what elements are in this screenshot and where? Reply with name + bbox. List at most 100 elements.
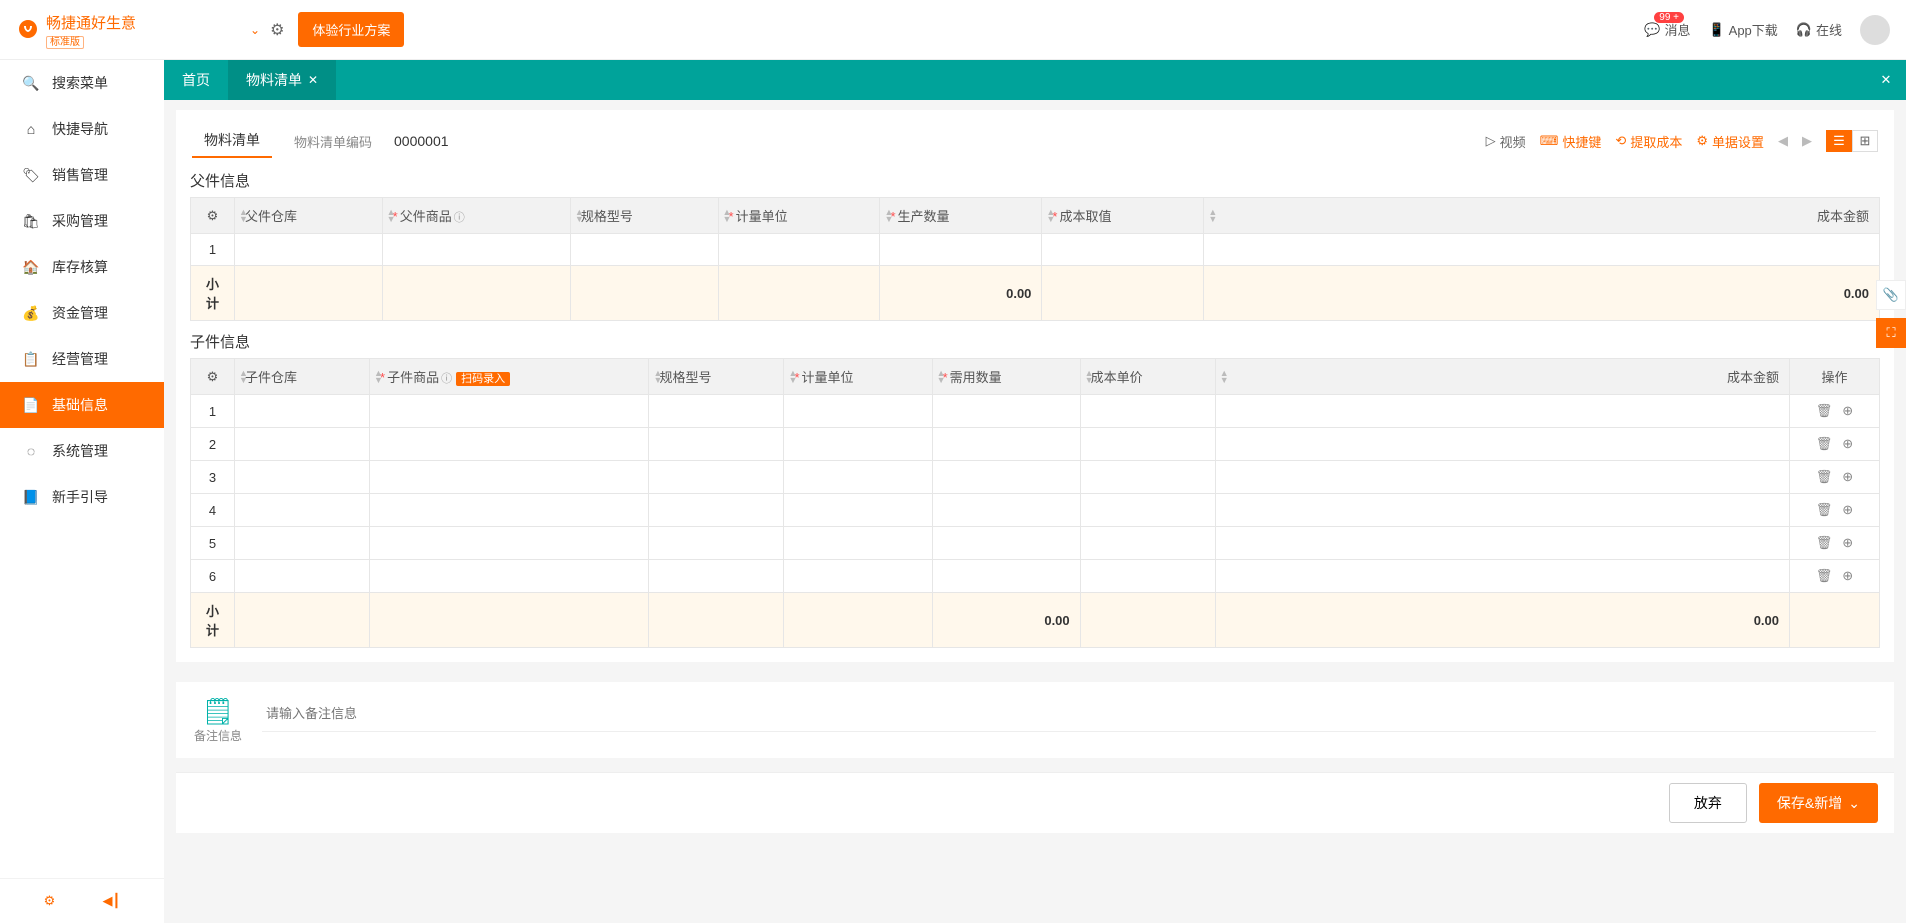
sidebar-item-basicinfo[interactable]: 📄基础信息	[0, 382, 164, 428]
child-section-title: 子件信息	[190, 331, 1880, 352]
delete-row-icon[interactable]: 🗑	[1816, 469, 1833, 485]
child-row[interactable]: 1🗑⊕	[191, 395, 1880, 428]
delete-row-icon[interactable]: 🗑	[1816, 535, 1833, 551]
sidebar-item-purchase[interactable]: 🛍采购管理	[0, 198, 164, 244]
col-parent-product[interactable]: ▲▼*父件商品ⓘ	[382, 198, 570, 234]
add-row-icon[interactable]: ⊕	[1842, 469, 1853, 485]
col-child-qty[interactable]: ▲▼*需用数量	[932, 359, 1080, 395]
tag-icon: 🏷	[22, 166, 40, 184]
tabbar: 首页 物料清单✕ ✕	[164, 60, 1906, 100]
bag-icon: 🛍	[22, 212, 40, 230]
account-switcher[interactable]: ⌄ ⚙	[184, 20, 284, 40]
delete-row-icon[interactable]: 🗑	[1816, 568, 1833, 584]
column-settings-button[interactable]: ⚙	[191, 359, 235, 395]
book-icon: 📘	[22, 488, 40, 506]
col-parent-costamount[interactable]: ▲▼成本金额	[1204, 198, 1880, 234]
doc-settings-button[interactable]: ⚙单据设置	[1696, 132, 1764, 151]
promo-button[interactable]: 体验行业方案	[298, 12, 404, 47]
col-parent-warehouse[interactable]: ▲▼父件仓库	[235, 198, 383, 234]
extract-cost-button[interactable]: ⟲提取成本	[1615, 132, 1682, 151]
col-parent-spec[interactable]: ▲▼规格型号	[570, 198, 718, 234]
close-all-tabs-button[interactable]: ✕	[1866, 60, 1906, 100]
child-row[interactable]: 5🗑⊕	[191, 527, 1880, 560]
video-help-button[interactable]: ▷视频	[1486, 132, 1526, 151]
side-handles: 📎 ⛶	[1876, 280, 1906, 348]
child-table: ⚙ ▲▼子件仓库 ▲▼*子件商品ⓘ扫码录入 ▲▼规格型号 ▲▼*计量单位 ▲▼*…	[190, 358, 1880, 648]
sidebar-item-system[interactable]: ◌系统管理	[0, 428, 164, 474]
app-download-button[interactable]: 📱 App下载	[1708, 20, 1777, 39]
sidebar-item-guide[interactable]: 📘新手引导	[0, 474, 164, 520]
add-row-icon[interactable]: ⊕	[1842, 502, 1853, 518]
col-child-unitcost[interactable]: ▲▼成本单价	[1080, 359, 1215, 395]
bom-code-label: 物料清单编码	[294, 132, 372, 151]
col-child-product[interactable]: ▲▼*子件商品ⓘ扫码录入	[370, 359, 649, 395]
parent-section-title: 父件信息	[190, 170, 1880, 191]
sidebar-item-quicknav[interactable]: ⌂快捷导航	[0, 106, 164, 152]
add-row-icon[interactable]: ⊕	[1842, 568, 1853, 584]
bom-code-value: 0000001	[394, 133, 449, 149]
user-avatar[interactable]	[1860, 15, 1890, 45]
col-parent-qty[interactable]: ▲▼*生产数量	[880, 198, 1042, 234]
col-child-spec[interactable]: ▲▼规格型号	[649, 359, 784, 395]
page-header: 物料清单 物料清单编码 0000001 ▷视频 ⌨快捷键 ⟲提取成本 ⚙单据设置…	[190, 116, 1880, 168]
col-parent-costbasis[interactable]: ▲▼*成本取值	[1042, 198, 1204, 234]
chevron-down-icon: ⌄	[1848, 795, 1860, 812]
remark-section: 🗒 备注信息	[176, 682, 1894, 758]
messages-button[interactable]: 💬 消息 99 +	[1644, 20, 1690, 39]
tab-home[interactable]: 首页	[164, 60, 228, 100]
parent-row[interactable]: 1	[191, 234, 1880, 266]
column-settings-button[interactable]: ⚙	[191, 198, 235, 234]
note-icon: 🗒	[194, 696, 242, 727]
settings-gear-icon[interactable]: ⚙	[44, 893, 56, 909]
next-page-button[interactable]: ▶	[1802, 133, 1812, 149]
sidebar-item-inventory[interactable]: 🏠库存核算	[0, 244, 164, 290]
sidebar-item-sales[interactable]: 🏷销售管理	[0, 152, 164, 198]
child-row[interactable]: 4🗑⊕	[191, 494, 1880, 527]
col-parent-uom[interactable]: ▲▼*计量单位	[718, 198, 880, 234]
warehouse-icon: 🏠	[22, 258, 40, 276]
delete-row-icon[interactable]: 🗑	[1816, 403, 1833, 419]
collapse-sidebar-icon[interactable]: ◀┃	[103, 893, 121, 909]
sidebar-item-funds[interactable]: 💰资金管理	[0, 290, 164, 336]
subtab-bom[interactable]: 物料清单	[192, 124, 272, 158]
col-child-costamount[interactable]: ▲▼成本金额	[1215, 359, 1789, 395]
child-row[interactable]: 6🗑⊕	[191, 560, 1880, 593]
account-name	[184, 20, 240, 40]
add-row-icon[interactable]: ⊕	[1842, 535, 1853, 551]
help-icon[interactable]: ⓘ	[454, 212, 465, 224]
child-row[interactable]: 3🗑⊕	[191, 461, 1880, 494]
expand-handle[interactable]: ⛶	[1876, 318, 1906, 348]
scan-input-chip[interactable]: 扫码录入	[456, 372, 510, 386]
logo-area: 畅捷通好生意 标准版	[16, 12, 164, 48]
child-subtotal-row: 小计 0.00 0.00	[191, 593, 1880, 648]
remark-input[interactable]	[262, 696, 1876, 732]
add-row-icon[interactable]: ⊕	[1842, 436, 1853, 452]
col-child-warehouse[interactable]: ▲▼子件仓库	[235, 359, 370, 395]
delete-row-icon[interactable]: 🗑	[1816, 502, 1833, 518]
gear-icon[interactable]: ⚙	[270, 20, 284, 40]
sidebar-footer: ⚙ ◀┃	[0, 878, 164, 923]
col-child-uom[interactable]: ▲▼*计量单位	[784, 359, 932, 395]
discard-button[interactable]: 放弃	[1669, 783, 1747, 823]
message-count-badge: 99 +	[1654, 12, 1684, 23]
add-row-icon[interactable]: ⊕	[1842, 403, 1853, 419]
save-and-new-button[interactable]: 保存&新增⌄	[1759, 783, 1878, 823]
online-support-button[interactable]: 🎧 在线	[1796, 20, 1842, 39]
settings-icon: ◌	[22, 442, 40, 460]
child-row[interactable]: 2🗑⊕	[191, 428, 1880, 461]
brand-name: 畅捷通好生意	[46, 12, 136, 33]
close-icon[interactable]: ✕	[308, 73, 318, 87]
attachment-handle[interactable]: 📎	[1876, 280, 1906, 310]
sidebar-item-operations[interactable]: 📋经营管理	[0, 336, 164, 382]
view-list-button[interactable]: ☰	[1826, 130, 1852, 152]
delete-row-icon[interactable]: 🗑	[1816, 436, 1833, 452]
view-card-button[interactable]: ⊞	[1852, 130, 1878, 152]
help-icon[interactable]: ⓘ	[441, 373, 452, 385]
headset-icon: 🎧	[1796, 22, 1812, 38]
parent-subtotal-row: 小计 0.00 0.00	[191, 266, 1880, 321]
tab-bom[interactable]: 物料清单✕	[228, 60, 336, 100]
prev-page-button[interactable]: ◀	[1778, 133, 1788, 149]
view-toggle: ☰ ⊞	[1826, 130, 1878, 152]
sidebar-item-search[interactable]: 🔍搜索菜单	[0, 60, 164, 106]
shortcut-button[interactable]: ⌨快捷键	[1540, 132, 1602, 151]
